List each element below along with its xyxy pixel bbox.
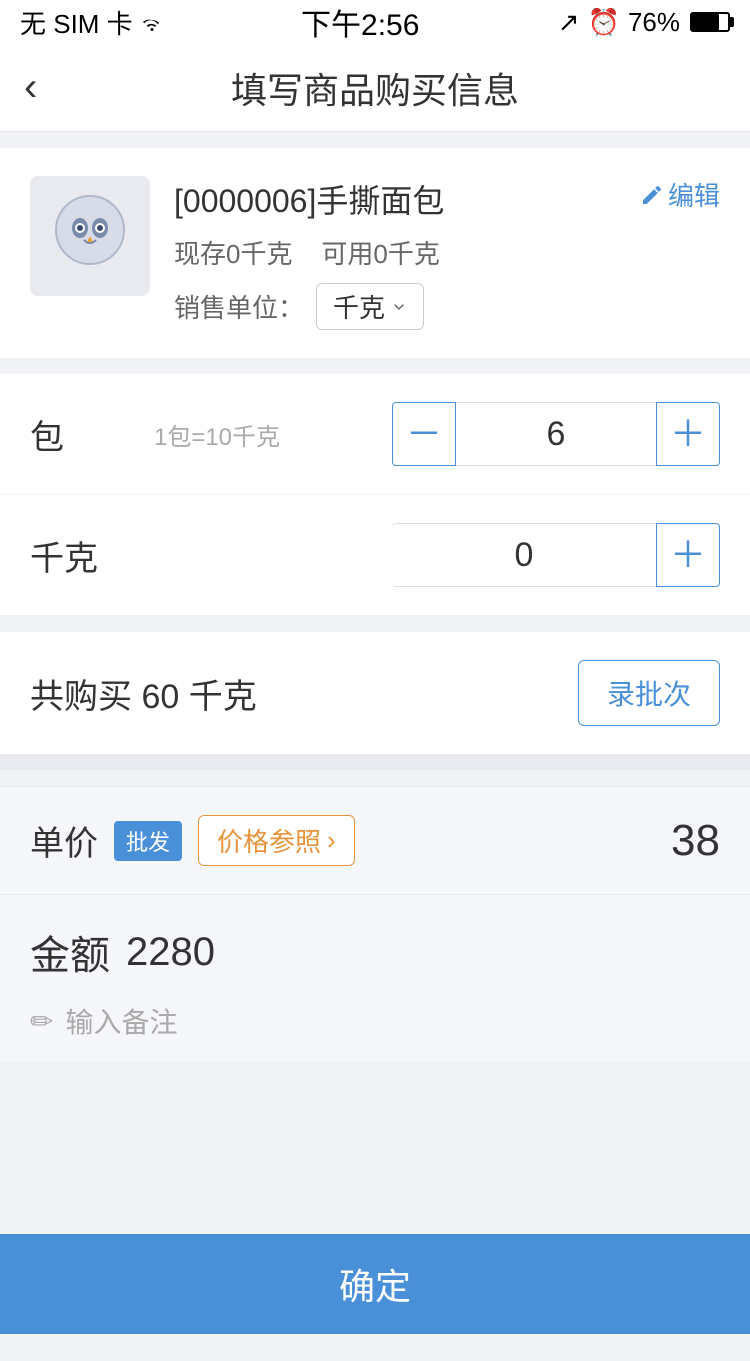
unit-selector[interactable]: 千克	[316, 283, 424, 330]
product-name: [0000006]手撕面包	[174, 176, 444, 222]
package-label: 包	[30, 410, 142, 459]
price-row: 单价 批发 价格参照 › 38	[30, 815, 720, 866]
battery-icon	[690, 12, 730, 32]
amount-value: 2280	[126, 930, 215, 975]
price-left: 单价 批发 价格参照 ›	[30, 815, 355, 866]
package-minus-button[interactable]: －	[392, 402, 456, 466]
batch-button[interactable]: 录批次	[578, 660, 720, 726]
total-label: 共购买 60 千克	[30, 669, 257, 718]
page-title: 填写商品购买信息	[231, 62, 519, 114]
product-info: [0000006]手撕面包 编辑 现存0千克 可用0千克 销售单位： 千克	[174, 176, 720, 330]
price-label: 单价	[30, 816, 98, 865]
status-time: 下午2:56	[301, 0, 419, 44]
kg-quantity-input[interactable]	[392, 523, 656, 587]
amount-label: 金额	[30, 923, 110, 981]
total-section: 共购买 60 千克 录批次	[0, 632, 750, 754]
nav-bar: ‹ 填写商品购买信息	[0, 44, 750, 132]
remark-text: 输入备注	[65, 1001, 177, 1041]
kg-plus-button[interactable]: ＋	[656, 523, 720, 587]
price-section: 单价 批发 价格参照 › 38	[0, 786, 750, 894]
status-bar: 无 SIM 卡 下午2:56 ↗ ⏰ 76%	[0, 0, 750, 44]
location-icon: ↗	[558, 7, 580, 38]
kg-quantity-controls: ＋	[392, 523, 720, 587]
back-button[interactable]: ‹	[24, 65, 37, 110]
battery-percentage: 76%	[628, 7, 680, 38]
amount-row: 金额 2280	[30, 923, 720, 981]
confirm-bar[interactable]: 确定	[0, 1234, 750, 1334]
product-stock: 现存0千克 可用0千克	[174, 234, 720, 271]
amount-section: 金额 2280 ✏ 输入备注	[0, 894, 750, 1061]
edit-button[interactable]: 编辑	[640, 176, 720, 213]
confirm-button-label: 确定	[339, 1258, 411, 1310]
package-hint: 1包=10千克	[154, 417, 280, 452]
remark-icon: ✏	[30, 1005, 53, 1038]
product-image	[30, 176, 150, 296]
price-value: 38	[671, 816, 720, 866]
remark-row[interactable]: ✏ 输入备注	[30, 1001, 720, 1041]
package-quantity-controls: － ＋	[392, 402, 720, 466]
kg-label: 千克	[30, 531, 211, 580]
package-quantity-input[interactable]	[456, 402, 656, 466]
product-owl-icon	[54, 194, 126, 278]
product-unit-row: 销售单位： 千克	[174, 283, 720, 330]
alarm-icon: ⏰	[588, 7, 620, 38]
price-reference-button[interactable]: 价格参照 ›	[198, 815, 355, 866]
separator-1	[0, 754, 750, 770]
wifi-icon	[141, 7, 163, 38]
product-card: [0000006]手撕面包 编辑 现存0千克 可用0千克 销售单位： 千克	[0, 148, 750, 358]
status-left: 无 SIM 卡	[20, 4, 163, 41]
package-plus-button[interactable]: ＋	[656, 402, 720, 466]
kg-row: 千克 ＋	[0, 495, 750, 616]
carrier-label: 无 SIM 卡	[20, 4, 133, 41]
quantity-section: 包 1包=10千克 － ＋ 千克 ＋	[0, 374, 750, 616]
package-row: 包 1包=10千克 － ＋	[0, 374, 750, 495]
price-tag: 批发	[114, 821, 182, 861]
status-right: ↗ ⏰ 76%	[558, 7, 730, 38]
